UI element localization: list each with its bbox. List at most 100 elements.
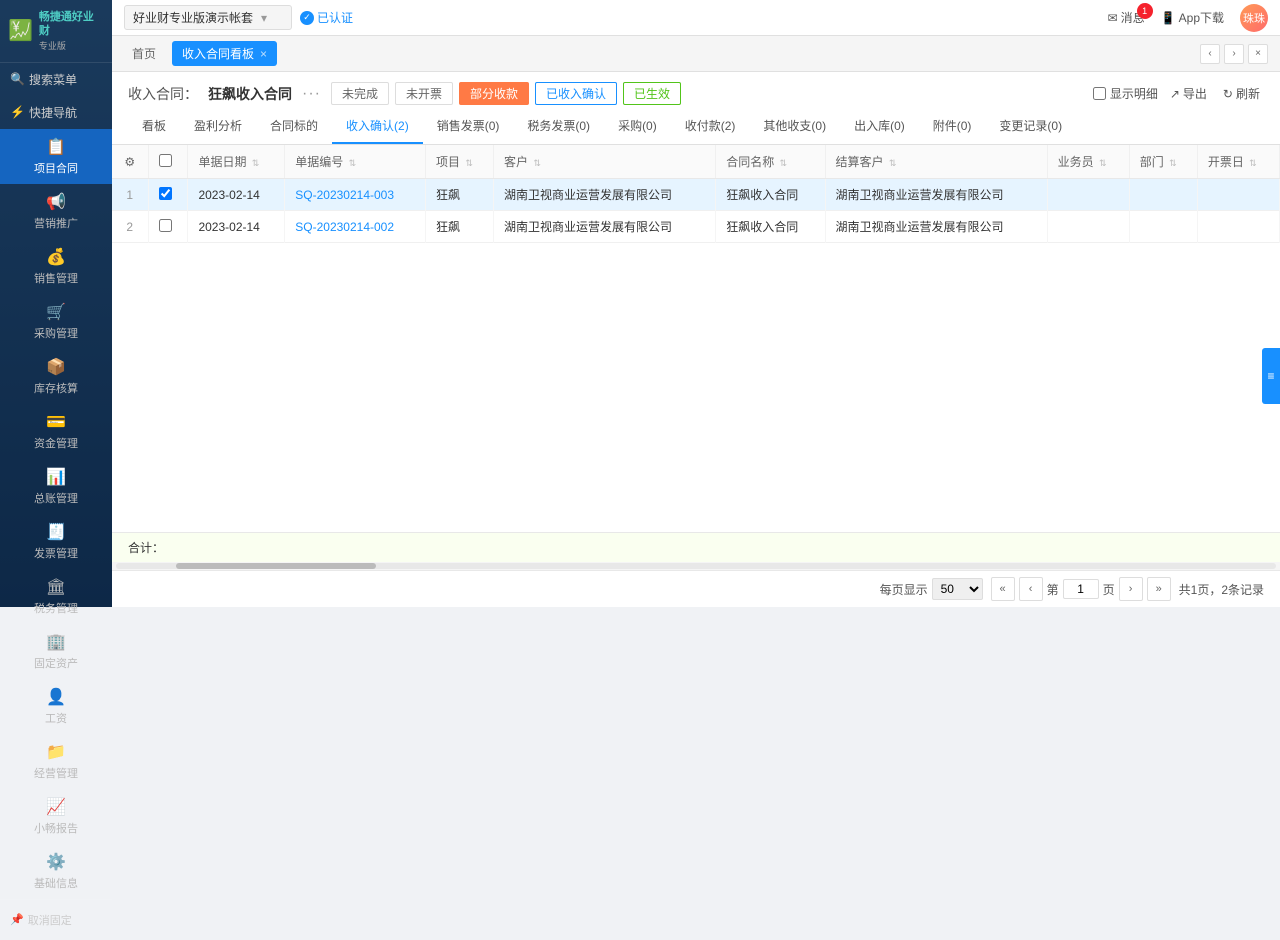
sidebar-item-label: 小畅报告 (34, 820, 78, 836)
subtab-warehouse[interactable]: 出入库(0) (840, 109, 919, 144)
refresh-icon: ↻ (1223, 87, 1233, 101)
subtab-change-log[interactable]: 变更记录(0) (985, 109, 1076, 144)
page-label: 第 (1047, 581, 1059, 598)
last-page-button[interactable]: » (1147, 577, 1171, 601)
sidebar-item-biz[interactable]: 📁 经营管理 (0, 734, 112, 789)
checkbox-column-header[interactable] (148, 145, 188, 179)
subtab-sales-invoice[interactable]: 销售发票(0) (423, 109, 514, 144)
row-project: 狂飙 (426, 179, 494, 211)
project-sort-icon: ⇅ (465, 158, 473, 168)
subtab-income-confirm[interactable]: 收入确认(2) (332, 109, 423, 144)
table-scroll-area[interactable]: ⚙ 单据日期 ⇅ 单据编号 ⇅ 项目 ⇅ 客户 ⇅ 合同名称 ⇅ 结算客户 ⇅ … (112, 145, 1280, 532)
row-checkbox-cell[interactable] (148, 179, 188, 211)
export-button[interactable]: ↗ 导出 (1166, 83, 1211, 104)
sidebar-item-general[interactable]: 📊 总账管理 (0, 459, 112, 514)
more-options-button[interactable]: ··· (302, 85, 321, 103)
sidebar-item-sales[interactable]: 💰 销售管理 (0, 239, 112, 294)
per-page-select[interactable]: 10 20 50 100 (932, 578, 983, 600)
company-selector[interactable]: 好业财专业版演示帐套 (124, 5, 292, 30)
app-download-button[interactable]: 📱 App下载 (1161, 9, 1224, 26)
row-startdate (1197, 179, 1279, 211)
subtab-standards[interactable]: 合同标的 (256, 109, 332, 144)
subtab-kanban[interactable]: 看板 (128, 109, 180, 144)
detail-checkbox-input[interactable] (1093, 87, 1106, 100)
first-page-button[interactable]: « (991, 577, 1015, 601)
avatar[interactable]: 珠珠 (1240, 4, 1268, 32)
sidebar-item-label: 税务管理 (34, 600, 78, 616)
subtab-purchase[interactable]: 采购(0) (604, 109, 671, 144)
subtab-profit[interactable]: 盈利分析 (180, 109, 256, 144)
page-size-selector[interactable]: 每页显示 10 20 50 100 (880, 578, 983, 600)
right-panel-toggle[interactable]: ≡ (1262, 348, 1280, 404)
tab-income-contract[interactable]: 收入合同看板 × (172, 41, 277, 66)
department-column-header[interactable]: 部门 ⇅ (1129, 145, 1197, 179)
scrollbar-track[interactable] (116, 563, 1276, 569)
table-row[interactable]: 1 2023-02-14 SQ-20230214-003 狂飙 湖南卫视商业运营… (112, 179, 1280, 211)
app-download-label: App下载 (1179, 9, 1224, 26)
status-incomplete[interactable]: 未完成 (331, 82, 389, 105)
page-label-end: 页 (1103, 581, 1115, 598)
tab-home[interactable]: 首页 (124, 41, 164, 66)
sidebar-search-label: 搜索菜单 (29, 71, 77, 88)
footer-total: 合计： (128, 539, 1264, 556)
tab-prev-button[interactable]: ‹ (1200, 44, 1220, 64)
row-checkbox-cell[interactable] (148, 211, 188, 243)
table-row[interactable]: 2 2023-02-14 SQ-20230214-002 狂飙 湖南卫视商业运营… (112, 211, 1280, 243)
refresh-button[interactable]: ↻ 刷新 (1219, 83, 1264, 104)
sidebar-item-fixedasset[interactable]: 🏢 固定资产 (0, 624, 112, 679)
project-column-header[interactable]: 项目 ⇅ (426, 145, 494, 179)
sidebar-item-inventory[interactable]: 📦 库存核算 (0, 349, 112, 404)
department-sort-icon: ⇅ (1169, 158, 1177, 168)
subtab-tax-invoice[interactable]: 税务发票(0) (513, 109, 604, 144)
salesperson-column-header[interactable]: 业务员 ⇅ (1047, 145, 1129, 179)
sidebar-quicknav[interactable]: ⚡ 快捷导航 (0, 96, 112, 129)
scrollbar-thumb[interactable] (176, 563, 376, 569)
sidebar-item-invoice[interactable]: 🧾 发票管理 (0, 514, 112, 569)
messages-button[interactable]: ✉ 消息 1 (1108, 9, 1145, 26)
number-link[interactable]: SQ-20230214-002 (295, 220, 394, 234)
cancel-pin-button[interactable]: 📌 取消固定 (0, 906, 112, 934)
sidebar-item-label: 基础信息 (34, 875, 78, 891)
date-column-header[interactable]: 单据日期 ⇅ (188, 145, 285, 179)
row-department (1129, 211, 1197, 243)
sidebar-item-tax[interactable]: 🏛 税务管理 (0, 569, 112, 624)
subtab-payment[interactable]: 收付款(2) (671, 109, 750, 144)
horizontal-scrollbar[interactable] (112, 562, 1280, 570)
close-icon[interactable]: × (260, 47, 267, 61)
sidebar-item-fund[interactable]: 💳 资金管理 (0, 404, 112, 459)
number-link[interactable]: SQ-20230214-003 (295, 188, 394, 202)
sidebar-item-marketing[interactable]: 📢 营销推广 (0, 184, 112, 239)
sidebar-item-hr[interactable]: 👤 工资 (0, 679, 112, 734)
settle-customer-column-header[interactable]: 结算客户 ⇅ (825, 145, 1047, 179)
contract-name-column-header[interactable]: 合同名称 ⇅ (716, 145, 825, 179)
show-detail-checkbox[interactable]: 显示明细 (1093, 85, 1158, 102)
sidebar-item-project[interactable]: 📋 项目合同 (0, 129, 112, 184)
tab-next-button[interactable]: › (1224, 44, 1244, 64)
sidebar-search[interactable]: 🔍 搜索菜单 (0, 63, 112, 96)
page-number-input[interactable] (1063, 579, 1099, 599)
select-all-checkbox[interactable] (159, 154, 172, 167)
sidebar-item-basic[interactable]: ⚙️ 基础信息 (0, 844, 112, 899)
table-container: ⚙ 单据日期 ⇅ 单据编号 ⇅ 项目 ⇅ 客户 ⇅ 合同名称 ⇅ 结算客户 ⇅ … (112, 145, 1280, 607)
startdate-column-header[interactable]: 开票日 ⇅ (1197, 145, 1279, 179)
purchase-icon: 🛒 (46, 302, 66, 322)
subtab-other-income[interactable]: 其他收支(0) (749, 109, 840, 144)
number-column-header[interactable]: 单据编号 ⇅ (285, 145, 426, 179)
next-page-button[interactable]: › (1119, 577, 1143, 601)
pin-icon: 📌 (10, 913, 24, 926)
prev-page-button[interactable]: ‹ (1019, 577, 1043, 601)
settings-column-header[interactable]: ⚙ (112, 145, 148, 179)
sidebar-item-purchase[interactable]: 🛒 采购管理 (0, 294, 112, 349)
status-confirmed[interactable]: 已收入确认 (535, 82, 617, 105)
customer-column-header[interactable]: 客户 ⇅ (494, 145, 716, 179)
row-checkbox[interactable] (159, 219, 172, 232)
subtab-attachments[interactable]: 附件(0) (919, 109, 986, 144)
sidebar-item-label: 销售管理 (34, 270, 78, 286)
status-partcollect[interactable]: 部分收款 (459, 82, 529, 105)
sidebar-item-report[interactable]: 📈 小畅报告 (0, 789, 112, 844)
status-noinvoice[interactable]: 未开票 (395, 82, 453, 105)
row-checkbox[interactable] (159, 187, 172, 200)
tab-label: 收入合同看板 (182, 45, 254, 62)
status-active[interactable]: 已生效 (623, 82, 681, 105)
tab-close-button[interactable]: × (1248, 44, 1268, 64)
